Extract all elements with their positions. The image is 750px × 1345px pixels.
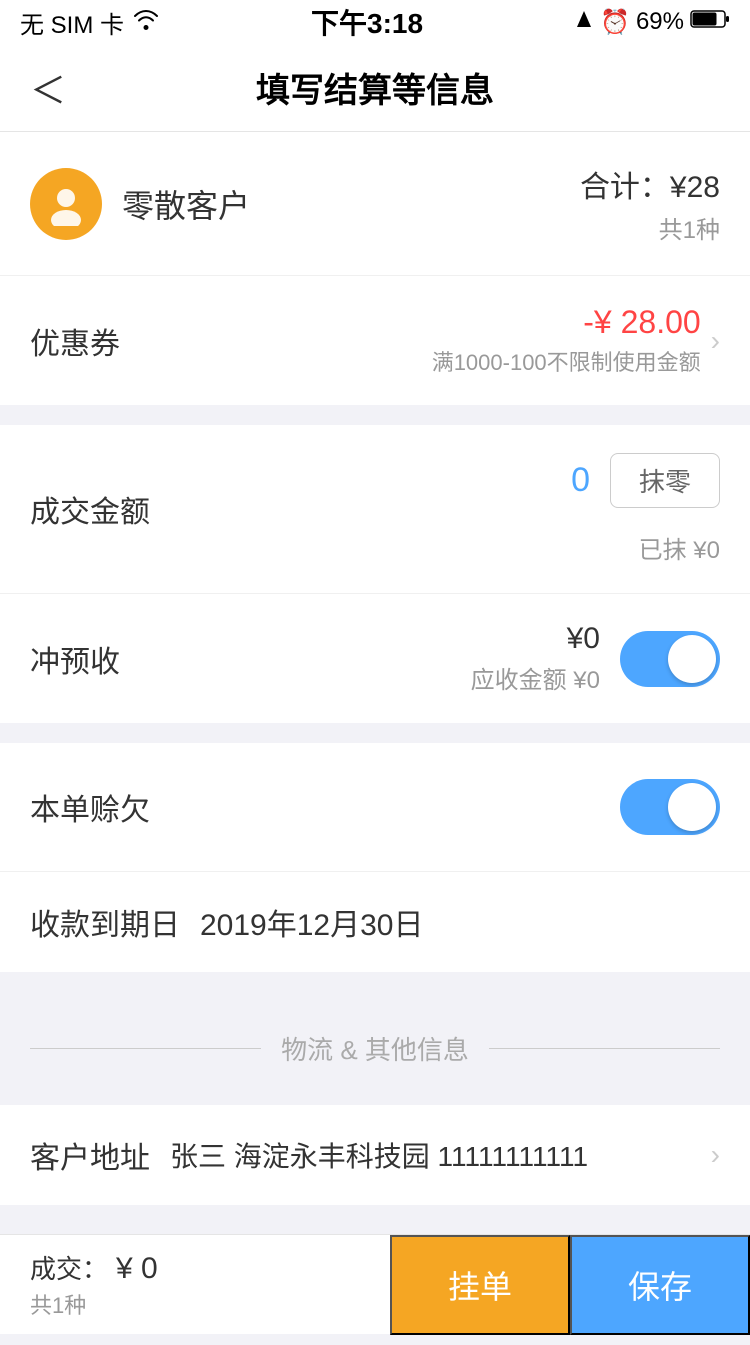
chevron-right-icon: ›	[711, 325, 720, 357]
bottom-bar: 成交： ¥ 0 共1种 挂单 保存	[0, 1234, 750, 1334]
coupon-row[interactable]: 优惠券 -¥ 28.00 满1000-100不限制使用金额 ›	[0, 275, 750, 405]
coupon-amount: -¥ 28.00	[432, 304, 701, 341]
customer-section: 零散客户 合计：¥28 共1种 优惠券 -¥ 28.00 满1000-100不限…	[0, 132, 750, 405]
prereceive-toggle[interactable]	[620, 631, 720, 687]
transaction-label: 成交金额	[30, 487, 150, 531]
nav-title: 填写结算等信息	[256, 63, 494, 112]
debt-row: 本单赊欠	[0, 743, 750, 871]
customer-count: 共1种	[580, 210, 720, 245]
divider-line-left	[30, 1048, 261, 1049]
prereceive-label: 冲预收	[30, 637, 120, 681]
bottom-summary: 成交： ¥ 0 共1种	[0, 1249, 390, 1320]
bottom-count: 共1种	[30, 1288, 360, 1320]
nav-bar: ＜ 填写结算等信息	[0, 44, 750, 132]
debt-section: 本单赊欠 收款到期日 2019年12月30日	[0, 743, 750, 972]
prereceive-right: ¥0 应收金额 ¥0	[471, 622, 720, 695]
wifi-icon	[132, 8, 160, 37]
section-divider: 物流 & 其他信息	[0, 1010, 750, 1087]
divider-line-right	[489, 1048, 720, 1049]
hang-button[interactable]: 挂单	[390, 1235, 570, 1335]
round-btn[interactable]: 抹零	[610, 453, 720, 508]
address-value: 张三 海淀永丰科技园 11111111111	[150, 1135, 711, 1175]
coupon-info: -¥ 28.00 满1000-100不限制使用金额	[432, 304, 701, 377]
prereceive-sub: 应收金额 ¥0	[471, 660, 600, 695]
address-label: 客户地址	[30, 1133, 150, 1177]
prereceive-amount: ¥0	[471, 622, 600, 656]
bottom-deal-label: 成交：	[30, 1249, 108, 1286]
customer-left: 零散客户	[30, 168, 250, 240]
bottom-amount: ¥ 0	[116, 1252, 158, 1286]
transaction-right: 0 抹零 已抹 ¥0	[571, 453, 720, 565]
duedate-row: 收款到期日 2019年12月30日	[0, 871, 750, 972]
address-chevron-icon: ›	[711, 1139, 720, 1171]
status-right: ⏰ 69%	[574, 8, 730, 37]
form-section: 成交金额 0 抹零 已抹 ¥0 冲预收 ¥0 应收金额 ¥0	[0, 425, 750, 723]
coupon-label: 优惠券	[30, 319, 120, 363]
address-row[interactable]: 客户地址 张三 海淀永丰科技园 11111111111 ›	[0, 1105, 750, 1205]
duedate-value: 2019年12月30日	[200, 900, 423, 944]
back-button[interactable]: ＜	[30, 62, 66, 114]
customer-right: 合计：¥28 共1种	[580, 162, 720, 245]
save-button[interactable]: 保存	[570, 1235, 750, 1335]
prereceive-amounts: ¥0 应收金额 ¥0	[471, 622, 600, 695]
coupon-desc: 满1000-100不限制使用金额	[432, 345, 701, 377]
duedate-label: 收款到期日	[30, 900, 180, 944]
no-sim-text: 无 SIM 卡	[20, 5, 124, 40]
battery-percent: 69%	[636, 8, 684, 36]
status-bar: 无 SIM 卡 下午3:18 ⏰ 69%	[0, 0, 750, 44]
status-time: 下午3:18	[311, 2, 423, 42]
transaction-value-row: 0 抹零	[571, 453, 720, 508]
location-icon	[574, 8, 594, 36]
coupon-right: -¥ 28.00 满1000-100不限制使用金额 ›	[432, 304, 720, 377]
prereceive-row: 冲预收 ¥0 应收金额 ¥0	[0, 594, 750, 723]
transaction-sub: 已抹 ¥0	[639, 530, 720, 565]
debt-label: 本单赊欠	[30, 785, 150, 829]
debt-toggle[interactable]	[620, 779, 720, 835]
logistics-divider: 物流 & 其他信息	[0, 992, 750, 1105]
status-left: 无 SIM 卡	[20, 5, 160, 40]
customer-total: 合计：¥28	[580, 162, 720, 206]
customer-name: 零散客户	[122, 181, 250, 227]
customer-row: 零散客户 合计：¥28 共1种	[0, 132, 750, 275]
divider-text: 物流 & 其他信息	[261, 1030, 489, 1067]
alarm-icon: ⏰	[600, 8, 630, 37]
address-section: 客户地址 张三 海淀永丰科技园 11111111111 ›	[0, 1105, 750, 1205]
transaction-row: 成交金额 0 抹零 已抹 ¥0	[0, 425, 750, 594]
customer-avatar	[30, 168, 102, 240]
battery-icon	[690, 8, 730, 36]
transaction-value: 0	[571, 461, 590, 500]
